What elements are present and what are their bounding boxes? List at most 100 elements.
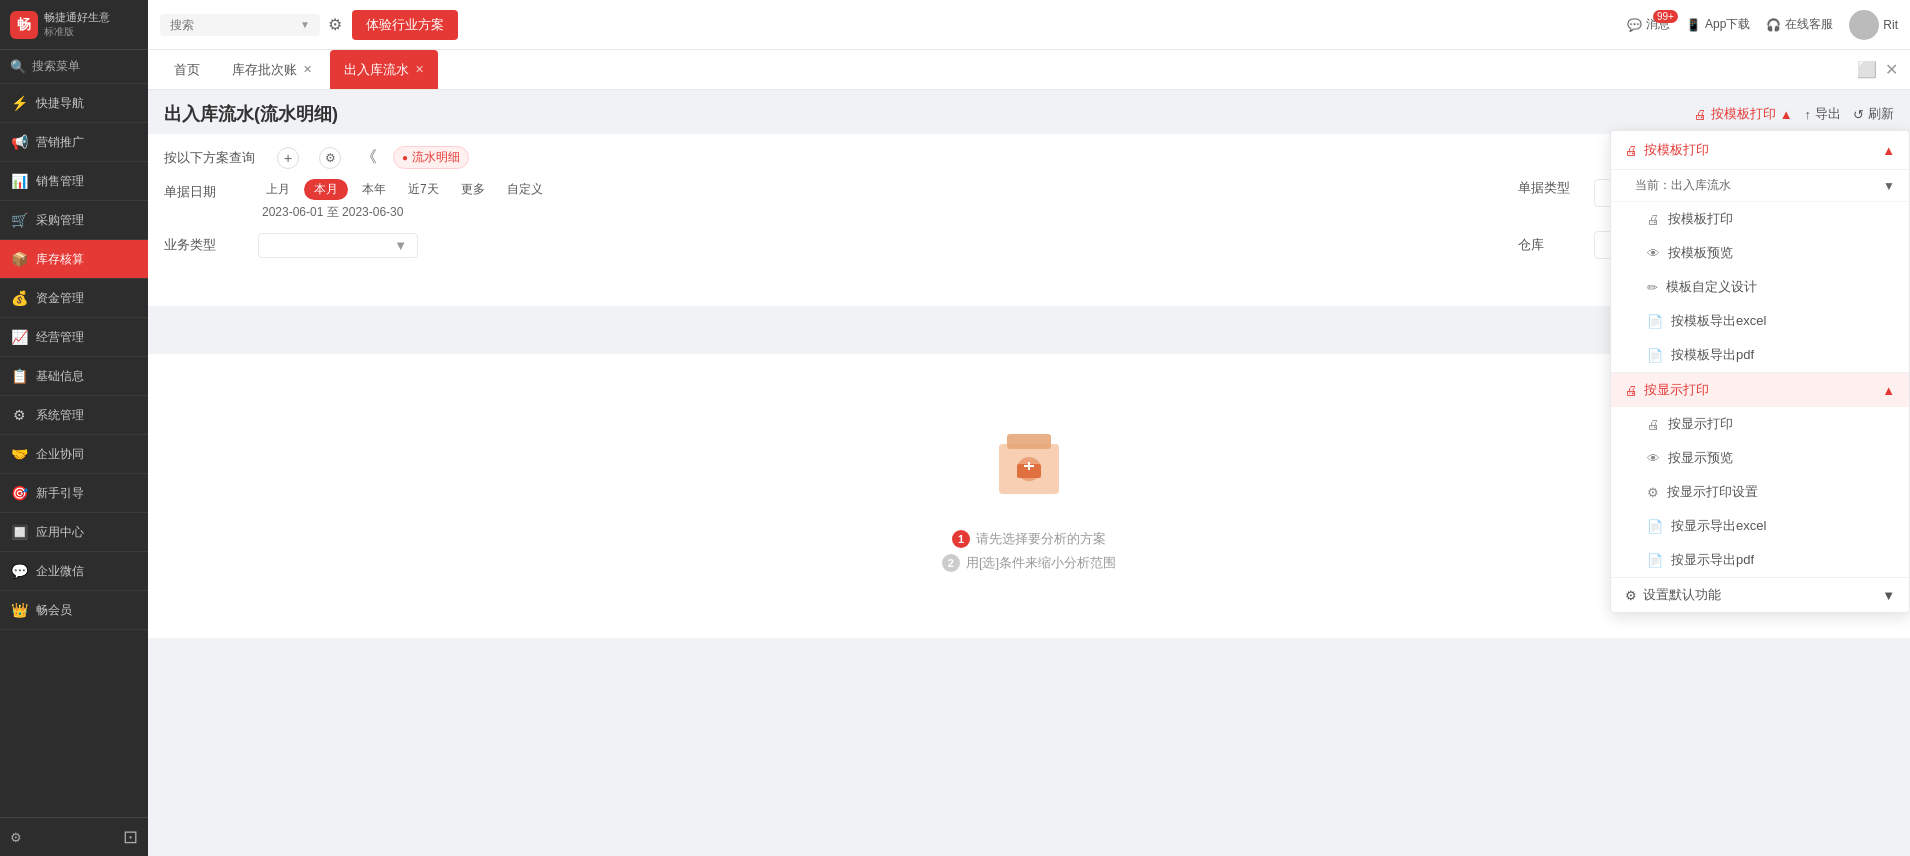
tab-flow[interactable]: 出入库流水 ✕ xyxy=(330,50,438,89)
sidebar-item-operations[interactable]: 📈 经营管理 xyxy=(0,318,148,357)
sidebar-item-label-finance: 资金管理 xyxy=(36,290,84,307)
filter-settings-btn[interactable]: ⚙ xyxy=(319,147,341,169)
enterprise-icon: 🤝 xyxy=(10,445,28,463)
sidebar-item-purchase[interactable]: 🛒 采购管理 xyxy=(0,201,148,240)
tab-batch-close-icon[interactable]: ✕ xyxy=(303,63,312,76)
display-export-pdf-icon: 📄 xyxy=(1647,553,1663,568)
filter-tag-flow[interactable]: ● 流水明细 xyxy=(393,146,469,169)
sidebar-logo: 畅 畅捷通好生意 标准版 xyxy=(0,0,148,50)
sidebar-search[interactable]: 🔍 搜索菜单 xyxy=(0,50,148,84)
user-name: Rit xyxy=(1883,18,1898,32)
refresh-icon: ↺ xyxy=(1853,107,1864,122)
current-label: 当前：出入库流水 xyxy=(1635,177,1731,194)
dropdown-template-export-pdf[interactable]: 📄 按模板导出pdf xyxy=(1611,338,1909,372)
date-custom[interactable]: 自定义 xyxy=(499,179,551,200)
dropdown-header-icon: 🖨 xyxy=(1625,143,1638,158)
tabbar: 首页 库存批次账 ✕ 出入库流水 ✕ ⬜ ✕ xyxy=(148,50,1910,90)
sidebar-item-label-member: 畅会员 xyxy=(36,602,72,619)
sidebar-item-inventory[interactable]: 📦 库存核算 xyxy=(0,240,148,279)
print-icon: 🖨 xyxy=(1694,107,1707,122)
topbar-user[interactable]: Rit xyxy=(1849,10,1898,40)
empty-step1: 1 请先选择要分析的方案 xyxy=(952,530,1106,548)
dropdown-template-customize[interactable]: ✏ 模板自定义设计 xyxy=(1611,270,1909,304)
sidebar-item-quick-nav[interactable]: ⚡ 快捷导航 xyxy=(0,84,148,123)
date-more[interactable]: 更多 xyxy=(453,179,493,200)
dropdown-template-preview[interactable]: 👁 按模板预览 xyxy=(1611,236,1909,270)
dropdown-display-preview[interactable]: 👁 按显示预览 xyxy=(1611,441,1909,475)
date-prev-month[interactable]: 上月 xyxy=(258,179,298,200)
date-last-7-days[interactable]: 近7天 xyxy=(400,179,447,200)
tab-flow-close-icon[interactable]: ✕ xyxy=(415,63,424,76)
sidebar-item-label-appstore: 应用中心 xyxy=(36,524,84,541)
chevron-up-icon: ▲ xyxy=(1780,107,1793,122)
date-options: 上月 本月 本年 近7天 更多 自定义 xyxy=(258,179,551,200)
tab-maximize-icon[interactable]: ⬜ xyxy=(1857,60,1877,79)
topbar-online-service[interactable]: 🎧 在线客服 xyxy=(1766,16,1833,33)
app-download-label: App下载 xyxy=(1705,16,1750,33)
trial-button[interactable]: 体验行业方案 xyxy=(352,10,458,40)
tab-home-label: 首页 xyxy=(174,61,200,79)
tab-home[interactable]: 首页 xyxy=(160,50,214,89)
template-export-pdf-label: 按模板导出pdf xyxy=(1671,346,1754,364)
filter-tag-icon: ● xyxy=(402,152,408,163)
sidebar-item-finance[interactable]: 💰 资金管理 xyxy=(0,279,148,318)
purchase-icon: 🛒 xyxy=(10,211,28,229)
dropdown-display-section[interactable]: 🖨 按显示打印 ▲ xyxy=(1611,372,1909,407)
sidebar-item-basic[interactable]: 📋 基础信息 xyxy=(0,357,148,396)
refresh-btn[interactable]: ↺ 刷新 xyxy=(1853,105,1894,123)
sidebar-item-label-basic: 基础信息 xyxy=(36,368,84,385)
print-dropdown: 🖨 按模板打印 ▲ 当前：出入库流水 ▼ 🖨 按模板打印 👁 按模板预览 xyxy=(1610,130,1910,613)
sidebar-item-wechat[interactable]: 💬 企业微信 xyxy=(0,552,148,591)
template-customize-icon: ✏ xyxy=(1647,280,1658,295)
sidebar-item-appstore[interactable]: 🔲 应用中心 xyxy=(0,513,148,552)
sidebar-item-member[interactable]: 👑 畅会员 xyxy=(0,591,148,630)
topbar-search-wrapper: ▼ xyxy=(160,14,320,36)
dropdown-template-print[interactable]: 🖨 按模板打印 xyxy=(1611,202,1909,236)
online-service-label: 在线客服 xyxy=(1785,16,1833,33)
display-export-excel-label: 按显示导出excel xyxy=(1671,517,1766,535)
dropdown-template-export-excel[interactable]: 📄 按模板导出excel xyxy=(1611,304,1909,338)
topbar-app-download[interactable]: 📱 App下载 xyxy=(1686,16,1750,33)
empty-step2: 2 用[选]条件来缩小分析范围 xyxy=(942,554,1116,572)
dropdown-display-export-pdf[interactable]: 📄 按显示导出pdf xyxy=(1611,543,1909,577)
topbar-left: ▼ ⚙ 体验行业方案 xyxy=(160,10,1627,40)
sidebar-item-sales[interactable]: 📊 销售管理 xyxy=(0,162,148,201)
dropdown-display-print[interactable]: 🖨 按显示打印 xyxy=(1611,407,1909,441)
sidebar-item-enterprise[interactable]: 🤝 企业协同 xyxy=(0,435,148,474)
topbar-search-input[interactable] xyxy=(170,18,296,32)
topbar-message[interactable]: 💬 消息 99+ xyxy=(1627,16,1670,33)
inventory-icon: 📦 xyxy=(10,250,28,268)
display-print-icon: 🖨 xyxy=(1647,417,1660,432)
sidebar-item-system[interactable]: ⚙ 系统管理 xyxy=(0,396,148,435)
page-title: 出入库流水(流水明细) xyxy=(164,102,338,126)
sidebar-item-marketing[interactable]: 📢 营销推广 xyxy=(0,123,148,162)
dropdown-default-section[interactable]: ⚙ 设置默认功能 ▼ xyxy=(1611,577,1909,612)
filter-collapse-icon[interactable]: 《 xyxy=(361,147,377,168)
sidebar-help-btn[interactable]: ⊡ xyxy=(123,826,138,848)
tab-close-panel-icon[interactable]: ✕ xyxy=(1885,60,1898,79)
tab-batch[interactable]: 库存批次账 ✕ xyxy=(218,50,326,89)
dropdown-header[interactable]: 🖨 按模板打印 ▲ xyxy=(1611,131,1909,170)
logo-sub: 标准版 xyxy=(44,25,110,39)
tab-batch-label: 库存批次账 xyxy=(232,61,297,79)
print-template-btn[interactable]: 🖨 按模板打印 ▲ xyxy=(1694,105,1793,123)
sidebar-item-guide[interactable]: 🎯 新手引导 xyxy=(0,474,148,513)
business-type-select[interactable]: ▼ xyxy=(258,233,418,258)
filter-add-btn[interactable]: + xyxy=(277,147,299,169)
display-section-label: 按显示打印 xyxy=(1644,381,1709,399)
template-export-excel-label: 按模板导出excel xyxy=(1671,312,1766,330)
dropdown-display-settings[interactable]: ⚙ 按显示打印设置 xyxy=(1611,475,1909,509)
app-download-icon: 📱 xyxy=(1686,18,1701,32)
date-current-year[interactable]: 本年 xyxy=(354,179,394,200)
export-btn[interactable]: ↑ 导出 xyxy=(1805,105,1842,123)
dropdown-display-export-excel[interactable]: 📄 按显示导出excel xyxy=(1611,509,1909,543)
user-avatar xyxy=(1849,10,1879,40)
sidebar-settings-btn[interactable]: ⚙ xyxy=(10,830,22,845)
page-actions: 🖨 按模板打印 ▲ ↑ 导出 ↺ 刷新 xyxy=(1694,105,1894,123)
message-icon: 💬 xyxy=(1627,18,1642,32)
sidebar-search-label: 搜索菜单 xyxy=(32,58,80,75)
content: 出入库流水(流水明细) 🖨 按模板打印 ▲ ↑ 导出 ↺ 刷新 xyxy=(148,90,1910,856)
print-template-label: 按模板打印 xyxy=(1711,105,1776,123)
topbar-gear-icon[interactable]: ⚙ xyxy=(328,15,342,34)
date-current-month[interactable]: 本月 xyxy=(304,179,348,200)
